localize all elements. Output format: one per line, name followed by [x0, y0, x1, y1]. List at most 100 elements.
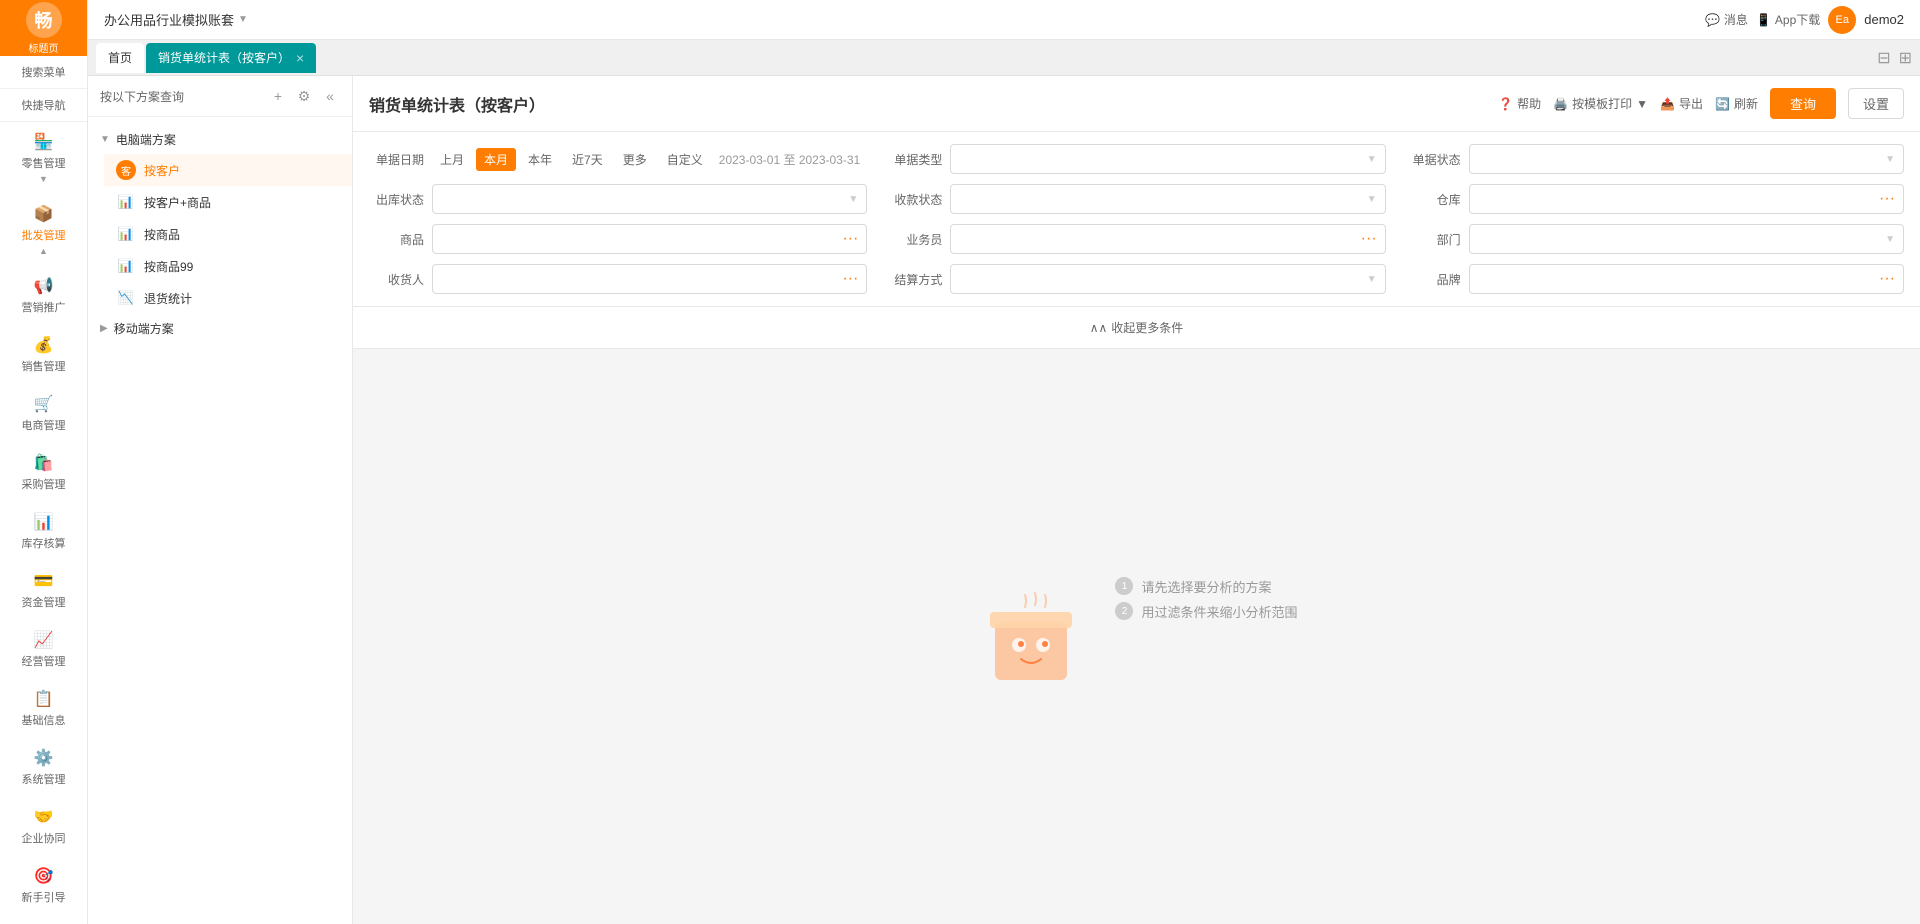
help-button[interactable]: ❓ 帮助 — [1498, 95, 1541, 112]
print-icon: 🖨️ — [1553, 97, 1568, 111]
order-type-select[interactable]: ▼ — [950, 144, 1385, 174]
download-label: App下载 — [1775, 11, 1820, 28]
mobile-group-label: 移动端方案 — [114, 320, 174, 337]
retail-label: 零售管理 — [22, 155, 66, 171]
sidebar-item-operations[interactable]: 📈 经营管理 — [0, 620, 87, 679]
content-area: 按以下方案查询 + ⚙ « ▼ 电脑端方案 — [88, 76, 1920, 924]
purchase-label: 采购管理 — [22, 476, 66, 492]
enterprise-label: 企业协同 — [22, 830, 66, 846]
empty-state: 1 请先选择要分析的方案 2 用过滤条件来缩小分析范围 — [353, 349, 1920, 924]
print-button[interactable]: 🖨️ 按模板打印 ▼ — [1553, 95, 1648, 112]
date-tab-last-7[interactable]: 近7天 — [564, 148, 611, 171]
collapse-panel-button[interactable]: « — [320, 86, 340, 106]
retail-expand: ▼ — [39, 174, 48, 184]
shortcut-label: 快捷导航 — [22, 100, 66, 112]
tree-item-by-product[interactable]: 📊 按商品 — [104, 218, 352, 250]
maximize-icon[interactable]: ⊞ — [1899, 48, 1912, 68]
sidebar-item-wholesale[interactable]: 📦 批发管理 ▲ — [0, 194, 87, 266]
desktop-group-header[interactable]: ▼ 电脑端方案 — [88, 125, 352, 154]
date-tab-this-month[interactable]: 本月 — [476, 148, 516, 171]
sidebar-item-ecommerce[interactable]: 🛒 电商管理 — [0, 384, 87, 443]
date-tab-this-year[interactable]: 本年 — [520, 148, 560, 171]
out-status-select[interactable]: ▼ — [432, 184, 867, 214]
sales-icon: 💰 — [34, 335, 54, 355]
sidebar-item-system[interactable]: ⚙️ 系统管理 — [0, 738, 87, 797]
user-avatar[interactable]: Ea — [1828, 6, 1856, 34]
product-select[interactable]: ··· — [432, 224, 867, 254]
by-product99-icon: 📊 — [116, 256, 136, 276]
add-plan-button[interactable]: + — [268, 86, 288, 106]
by-customer-icon: 客 — [116, 160, 136, 180]
tab-sales-stats[interactable]: 销货单统计表（按客户） × — [146, 43, 316, 73]
app-logo[interactable]: 畅 标题页 — [0, 0, 87, 56]
purchase-icon: 🛍️ — [34, 453, 54, 473]
left-panel: 按以下方案查询 + ⚙ « ▼ 电脑端方案 — [88, 76, 353, 924]
department-label: 部门 — [1406, 231, 1461, 248]
window-controls: ⊟ ⊞ — [1877, 48, 1912, 68]
date-tab-more[interactable]: 更多 — [615, 148, 655, 171]
warehouse-select[interactable]: ··· — [1469, 184, 1904, 214]
download-action[interactable]: 📱 App下载 — [1756, 11, 1820, 28]
sidebar-item-inventory[interactable]: 📊 库存核算 — [0, 502, 87, 561]
order-status-select[interactable]: ▼ — [1469, 144, 1904, 174]
receiver-select[interactable]: ··· — [432, 264, 867, 294]
finance-icon: 💳 — [34, 571, 54, 591]
breadcrumb-dropdown[interactable]: 办公用品行业模拟账套 ▼ — [104, 10, 248, 29]
page-actions: ❓ 帮助 🖨️ 按模板打印 ▼ 📤 导出 🔄 刷新 — [1498, 88, 1904, 119]
page-title: 销货单统计表（按客户） — [369, 92, 545, 116]
left-panel-header: 按以下方案查询 + ⚙ « — [88, 76, 352, 117]
page-header: 销货单统计表（按客户） ❓ 帮助 🖨️ 按模板打印 ▼ 📤 导出 — [353, 76, 1920, 132]
tree-item-by-customer-product[interactable]: 📊 按客户+商品 — [104, 186, 352, 218]
export-label: 导出 — [1679, 95, 1703, 112]
collapse-label: 收起更多条件 — [1111, 319, 1183, 336]
date-tab-custom[interactable]: 自定义 — [659, 148, 711, 171]
sidebar-item-sales[interactable]: 💰 销售管理 — [0, 325, 87, 384]
staff-dots: ··· — [1361, 230, 1377, 248]
by-product-icon: 📊 — [116, 224, 136, 244]
minimize-icon[interactable]: ⊟ — [1877, 48, 1890, 68]
refresh-button[interactable]: 🔄 刷新 — [1715, 95, 1758, 112]
brand-select[interactable]: ··· — [1469, 264, 1904, 294]
main-area: 办公用品行业模拟账套 ▼ 💬 消息 📱 App下载 Ea demo2 首页 销货… — [88, 0, 1920, 924]
sidebar-search[interactable]: 搜索菜单 — [0, 56, 87, 89]
mobile-group-header[interactable]: ▶ 移动端方案 — [88, 314, 352, 343]
product-dots: ··· — [842, 230, 858, 248]
tree-item-return-stats[interactable]: 📉 退货统计 — [104, 282, 352, 314]
sidebar-item-enterprise[interactable]: 🤝 企业协同 — [0, 797, 87, 856]
date-tabs-group: 上月 本月 本年 近7天 更多 自定义 — [432, 148, 711, 171]
collapse-button[interactable]: ∧∧ 收起更多条件 — [1078, 315, 1196, 340]
message-icon: 💬 — [1705, 13, 1720, 27]
sidebar-shortcut[interactable]: 快捷导航 — [0, 89, 87, 122]
staff-select[interactable]: ··· — [950, 224, 1385, 254]
tab-home[interactable]: 首页 — [96, 43, 144, 73]
print-label: 按模板打印 — [1572, 95, 1632, 112]
sidebar-item-newbie[interactable]: 🎯 新手引导 — [0, 856, 87, 915]
sidebar-item-basics[interactable]: 📋 基础信息 — [0, 679, 87, 738]
sidebar-item-purchase[interactable]: 🛍️ 采购管理 — [0, 443, 87, 502]
sidebar-item-marketing[interactable]: 📢 营销推广 — [0, 266, 87, 325]
sales-label: 销售管理 — [22, 358, 66, 374]
plan-settings-button[interactable]: ⚙ — [294, 86, 314, 106]
payment-status-select[interactable]: ▼ — [950, 184, 1385, 214]
date-tab-last-month[interactable]: 上月 — [432, 148, 472, 171]
settlement-select[interactable]: ▼ — [950, 264, 1385, 294]
settings-button[interactable]: 设置 — [1848, 88, 1904, 119]
sidebar-item-appcenter[interactable]: 📱 应用中心 — [0, 915, 87, 924]
empty-svg — [975, 577, 1095, 697]
sidebar-item-finance[interactable]: 💳 资金管理 — [0, 561, 87, 620]
tab-home-label: 首页 — [108, 49, 132, 66]
return-stats-label: 退货统计 — [144, 290, 192, 307]
tree-item-by-customer[interactable]: 客 按客户 — [104, 154, 352, 186]
sidebar-item-retail[interactable]: 🏪 零售管理 ▼ — [0, 122, 87, 194]
ecommerce-icon: 🛒 — [34, 394, 54, 414]
order-type-arrow-icon: ▼ — [1367, 154, 1377, 165]
marketing-label: 营销推广 — [22, 299, 66, 315]
export-button[interactable]: 📤 导出 — [1660, 95, 1703, 112]
tab-close-icon[interactable]: × — [296, 50, 304, 66]
department-select[interactable]: ▼ — [1469, 224, 1904, 254]
message-action[interactable]: 💬 消息 — [1705, 11, 1748, 28]
empty-illustration — [975, 577, 1095, 697]
query-button[interactable]: 查询 — [1770, 88, 1836, 119]
breadcrumb-text: 办公用品行业模拟账套 — [104, 10, 234, 29]
tree-item-by-product99[interactable]: 📊 按商品99 — [104, 250, 352, 282]
